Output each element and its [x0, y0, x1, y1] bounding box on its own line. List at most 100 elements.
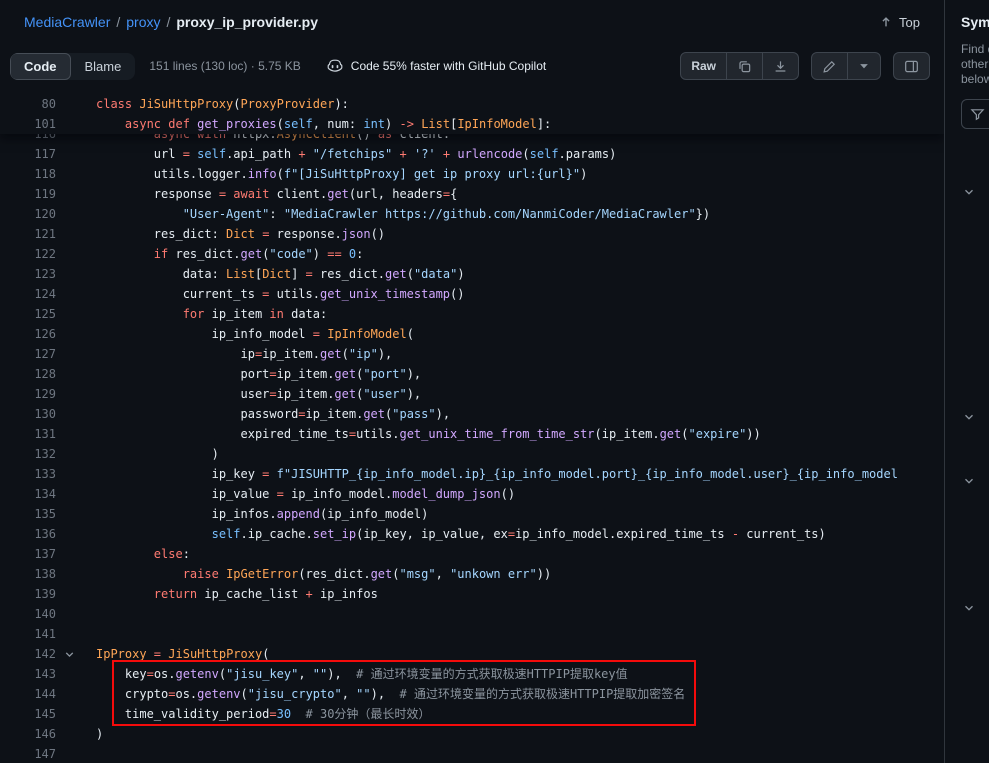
copy-icon	[737, 59, 752, 74]
fold-space	[56, 584, 96, 604]
code-text: else:	[96, 544, 190, 564]
chevron-down-icon	[962, 601, 976, 615]
line-number[interactable]: 135	[0, 504, 56, 524]
line-number[interactable]: 117	[0, 144, 56, 164]
breadcrumb-filename: proxy_ip_provider.py	[176, 14, 318, 30]
line-number[interactable]: 146	[0, 724, 56, 744]
code-text: ip_value = ip_info_model.model_dump_json…	[96, 484, 515, 504]
line-number[interactable]: 139	[0, 584, 56, 604]
symbols-filter-field[interactable]	[961, 99, 989, 129]
edit-button[interactable]	[811, 52, 848, 80]
line-number[interactable]: 145	[0, 704, 56, 724]
fold-space	[56, 94, 96, 114]
code-line: 80class JiSuHttpProxy(ProxyProvider):	[0, 94, 944, 114]
line-number[interactable]: 123	[0, 264, 56, 284]
fold-space	[56, 164, 96, 184]
line-number[interactable]: 147	[0, 744, 56, 763]
breadcrumb-separator: /	[116, 14, 120, 30]
line-number[interactable]: 122	[0, 244, 56, 264]
line-number[interactable]: 119	[0, 184, 56, 204]
code-text: ip=ip_item.get("ip"),	[96, 344, 392, 364]
code-text: if res_dict.get("code") == 0:	[96, 244, 363, 264]
file-info: 151 lines (130 loc) · 5.75 KB	[149, 59, 300, 73]
line-number[interactable]: 124	[0, 284, 56, 304]
symbol-tree-toggle[interactable]	[959, 182, 979, 202]
code-text: response = await client.get(url, headers…	[96, 184, 457, 204]
copy-button[interactable]	[727, 52, 763, 80]
line-number[interactable]: 126	[0, 324, 56, 344]
edit-dropdown-button[interactable]	[848, 52, 881, 80]
line-number[interactable]: 125	[0, 304, 56, 324]
copilot-banner[interactable]: Code 55% faster with GitHub Copilot	[327, 58, 546, 74]
line-number[interactable]: 132	[0, 444, 56, 464]
up-arrow-icon	[879, 15, 893, 29]
chevron-down-icon	[858, 60, 870, 72]
symbols-desc-line: Find definitions and references for func…	[961, 42, 989, 57]
breadcrumb-separator: /	[166, 14, 170, 30]
code-line: 119 response = await client.get(url, hea…	[0, 184, 944, 204]
chevron-down-icon	[962, 185, 976, 199]
symbol-tree-toggle[interactable]	[959, 407, 979, 427]
line-number[interactable]: 142	[0, 644, 56, 664]
code-line: 124 current_ts = utils.get_unix_timestam…	[0, 284, 944, 304]
download-button[interactable]	[763, 52, 799, 80]
line-number[interactable]: 138	[0, 564, 56, 584]
line-number[interactable]: 121	[0, 224, 56, 244]
chevron-down-icon	[962, 410, 976, 424]
symbol-tree-toggle[interactable]	[959, 598, 979, 618]
symbols-desc-line: below or in the code.	[961, 72, 989, 87]
code-line: 144 crypto=os.getenv("jisu_crypto", ""),…	[0, 684, 944, 704]
fold-chevron-icon[interactable]	[56, 644, 96, 664]
file-toolbar: Code Blame 151 lines (130 loc) · 5.75 KB…	[0, 44, 944, 88]
breadcrumb-repo-link[interactable]: MediaCrawler	[24, 14, 110, 30]
code-text: )	[96, 724, 103, 744]
line-number[interactable]: 118	[0, 164, 56, 184]
line-number[interactable]: 134	[0, 484, 56, 504]
line-number[interactable]: 137	[0, 544, 56, 564]
fold-space	[56, 484, 96, 504]
code-line: 131 expired_time_ts=utils.get_unix_time_…	[0, 424, 944, 444]
line-number[interactable]: 80	[0, 94, 56, 114]
breadcrumb-folder-link[interactable]: proxy	[126, 14, 160, 30]
code-line: 125 for ip_item in data:	[0, 304, 944, 324]
fold-space	[56, 304, 96, 324]
symbols-desc-line: other symbols in this file by clicking a…	[961, 57, 989, 72]
fold-space	[56, 564, 96, 584]
code-line: 133 ip_key = f"JISUHTTP_{ip_info_model.i…	[0, 464, 944, 484]
symbol-tree-toggle[interactable]	[959, 471, 979, 491]
fold-space	[56, 444, 96, 464]
line-number[interactable]: 143	[0, 664, 56, 684]
symbols-panel-toggle[interactable]	[893, 52, 930, 80]
code-line: 118 utils.logger.info(f"[JiSuHttpProxy] …	[0, 164, 944, 184]
tab-blame[interactable]: Blame	[71, 53, 136, 80]
sticky-scope-lines: 80class JiSuHttpProxy(ProxyProvider):101…	[0, 88, 944, 134]
tab-code[interactable]: Code	[10, 53, 71, 80]
toolbar-actions: Raw	[680, 52, 930, 80]
raw-button[interactable]: Raw	[680, 52, 727, 80]
back-to-top-button[interactable]: Top	[879, 15, 920, 30]
fold-space	[56, 204, 96, 224]
line-number[interactable]: 120	[0, 204, 56, 224]
line-number[interactable]: 141	[0, 624, 56, 644]
code-line: 140	[0, 604, 944, 624]
line-number[interactable]: 128	[0, 364, 56, 384]
code-text: for ip_item in data:	[96, 304, 327, 324]
line-number[interactable]: 140	[0, 604, 56, 624]
fold-space	[56, 404, 96, 424]
line-number[interactable]: 101	[0, 114, 56, 134]
code-line: 138 raise IpGetError(res_dict.get("msg",…	[0, 564, 944, 584]
line-number[interactable]: 131	[0, 424, 56, 444]
code-text: port=ip_item.get("port"),	[96, 364, 421, 384]
code-line: 146)	[0, 724, 944, 744]
line-number[interactable]: 127	[0, 344, 56, 364]
code-line: 121 res_dict: Dict = response.json()	[0, 224, 944, 244]
line-number[interactable]: 130	[0, 404, 56, 424]
line-number[interactable]: 144	[0, 684, 56, 704]
line-number[interactable]: 136	[0, 524, 56, 544]
line-number[interactable]: 133	[0, 464, 56, 484]
code-text: crypto=os.getenv("jisu_crypto", ""), # 通…	[96, 684, 685, 704]
line-number[interactable]: 129	[0, 384, 56, 404]
code-blame-switcher: Code Blame	[10, 53, 135, 80]
fold-space	[56, 464, 96, 484]
copilot-icon	[327, 58, 343, 74]
